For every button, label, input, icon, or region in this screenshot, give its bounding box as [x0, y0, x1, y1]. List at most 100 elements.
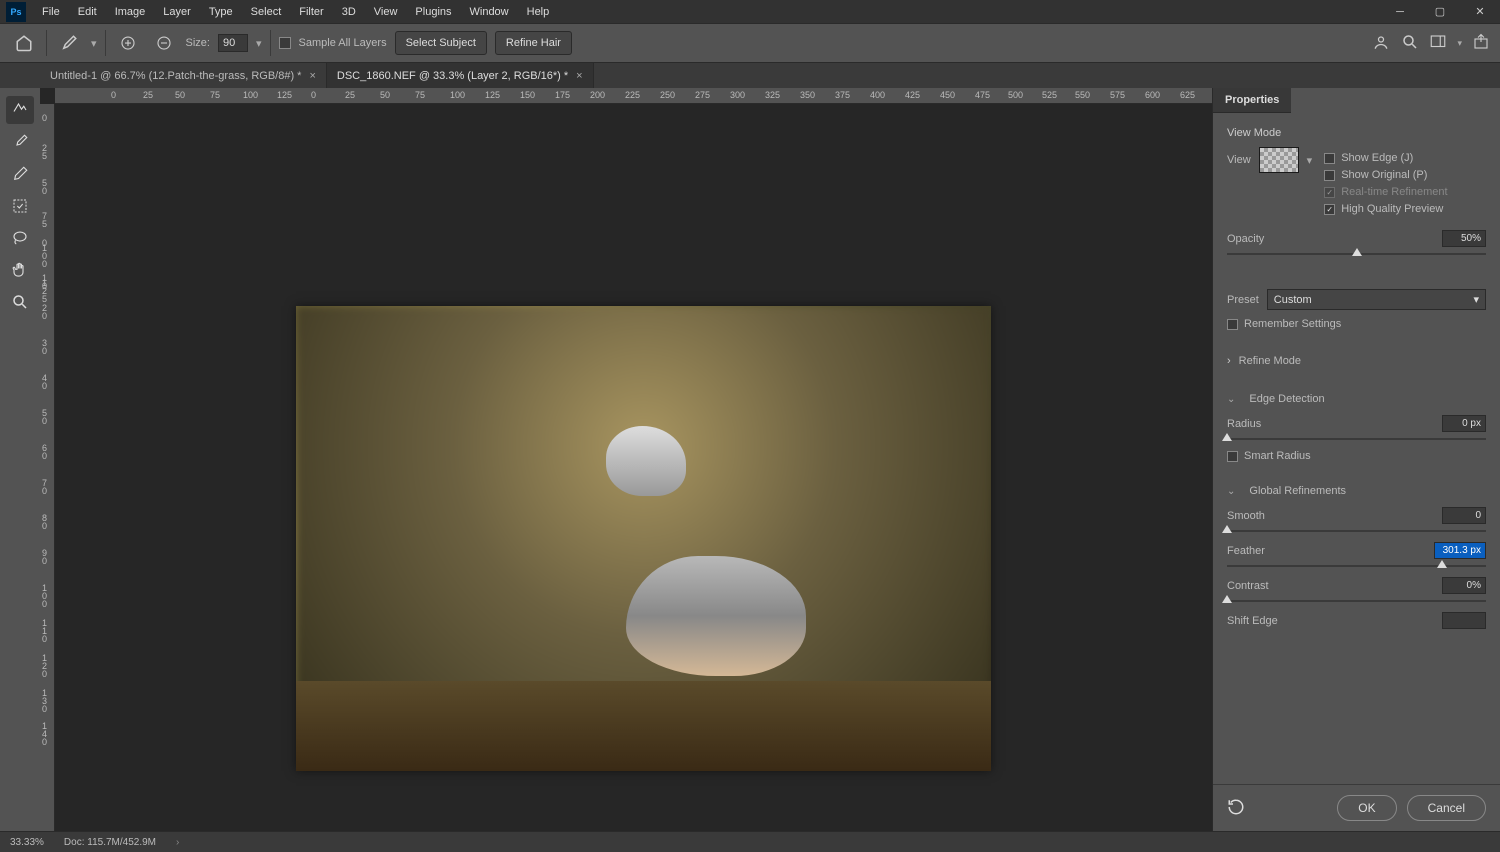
chevron-down-icon[interactable]: ▾ [256, 37, 262, 50]
hand-tool-icon[interactable] [6, 256, 34, 284]
refine-edge-brush-icon[interactable] [6, 128, 34, 156]
brush-tool-icon[interactable] [55, 29, 83, 57]
menu-edit[interactable]: Edit [70, 2, 105, 22]
hq-preview-checkbox[interactable] [1324, 204, 1335, 215]
properties-tab[interactable]: Properties [1213, 88, 1291, 113]
contrast-label: Contrast [1227, 580, 1269, 592]
brush-tool-icon[interactable] [6, 160, 34, 188]
tools-panel [0, 88, 40, 831]
expand-icon[interactable]: › [1227, 355, 1231, 367]
preset-dropdown[interactable]: Custom▾ [1267, 289, 1486, 310]
smart-radius-checkbox[interactable] [1227, 451, 1238, 462]
radius-label: Radius [1227, 418, 1261, 430]
menu-view[interactable]: View [366, 2, 406, 22]
close-button[interactable]: ✕ [1460, 0, 1500, 23]
contrast-slider[interactable] [1227, 600, 1486, 602]
menu-image[interactable]: Image [107, 2, 154, 22]
refine-mode-heading[interactable]: Refine Mode [1239, 355, 1301, 367]
menu-window[interactable]: Window [462, 2, 517, 22]
show-edge-label: Show Edge (J) [1341, 152, 1413, 164]
cloud-account-icon[interactable] [1371, 32, 1391, 55]
lasso-tool-icon[interactable] [6, 224, 34, 252]
horizontal-ruler: 0255075100125025507510012515017520022525… [55, 88, 1212, 104]
menu-file[interactable]: File [34, 2, 68, 22]
minimize-button[interactable]: ─ [1380, 0, 1420, 23]
collapse-icon[interactable]: ⌄ [1227, 394, 1235, 405]
size-label: Size: [186, 37, 210, 49]
edge-detection-heading[interactable]: Edge Detection [1249, 393, 1324, 405]
add-selection-icon[interactable] [114, 29, 142, 57]
document-image[interactable] [296, 306, 991, 771]
view-mode-heading: View Mode [1227, 127, 1486, 139]
smart-radius-label: Smart Radius [1244, 450, 1311, 462]
smooth-slider[interactable] [1227, 530, 1486, 532]
show-original-checkbox[interactable] [1324, 170, 1335, 181]
select-subject-button[interactable]: Select Subject [395, 31, 487, 55]
app-icon: Ps [6, 2, 26, 22]
opacity-slider[interactable] [1227, 253, 1486, 255]
image-subject-dog [606, 426, 826, 716]
realtime-refinement-label: Real-time Refinement [1341, 186, 1447, 198]
menu-filter[interactable]: Filter [291, 2, 331, 22]
collapse-icon[interactable]: ⌄ [1227, 486, 1235, 497]
title-bar: Ps File Edit Image Layer Type Select Fil… [0, 0, 1500, 23]
contrast-input[interactable] [1442, 577, 1486, 594]
document-tab[interactable]: DSC_1860.NEF @ 33.3% (Layer 2, RGB/16*) … [327, 63, 594, 88]
realtime-refinement-checkbox [1324, 187, 1335, 198]
cancel-button[interactable]: Cancel [1407, 795, 1486, 821]
menu-plugins[interactable]: Plugins [407, 2, 459, 22]
sample-all-layers-checkbox[interactable] [279, 37, 291, 49]
ok-button[interactable]: OK [1337, 795, 1396, 821]
opacity-input[interactable] [1442, 230, 1486, 247]
close-tab-icon[interactable]: × [309, 70, 315, 82]
menu-type[interactable]: Type [201, 2, 241, 22]
global-refinements-heading[interactable]: Global Refinements [1249, 485, 1346, 497]
home-icon[interactable] [10, 29, 38, 57]
view-thumbnail[interactable] [1259, 147, 1299, 173]
search-icon[interactable] [1401, 33, 1419, 54]
tab-title: DSC_1860.NEF @ 33.3% (Layer 2, RGB/16*) … [337, 70, 568, 82]
feather-input[interactable] [1434, 542, 1486, 559]
main-area: 0255075100125025507510012515017520022525… [0, 88, 1500, 831]
workspace-icon[interactable] [1429, 33, 1447, 54]
subtract-selection-icon[interactable] [150, 29, 178, 57]
menu-3d[interactable]: 3D [334, 2, 364, 22]
zoom-tool-icon[interactable] [6, 288, 34, 316]
canvas-area[interactable]: 0255075100125025507510012515017520022525… [40, 88, 1212, 831]
show-edge-checkbox[interactable] [1324, 153, 1335, 164]
reset-icon[interactable] [1227, 798, 1245, 819]
chevron-down-icon[interactable]: ▾ [1307, 154, 1313, 167]
document-size: Doc: 115.7M/452.9M [64, 837, 156, 848]
divider [46, 30, 47, 56]
view-label: View [1227, 154, 1251, 166]
share-icon[interactable] [1472, 33, 1490, 54]
quick-selection-tool-icon[interactable] [6, 96, 34, 124]
feather-slider[interactable] [1227, 565, 1486, 567]
smooth-input[interactable] [1442, 507, 1486, 524]
menu-select[interactable]: Select [243, 2, 290, 22]
hq-preview-label: High Quality Preview [1341, 203, 1443, 215]
divider [270, 30, 271, 56]
size-input[interactable] [218, 34, 248, 52]
menu-bar: File Edit Image Layer Type Select Filter… [34, 2, 557, 22]
chevron-down-icon[interactable]: ▾ [91, 37, 97, 50]
maximize-button[interactable]: ▢ [1420, 0, 1460, 23]
close-tab-icon[interactable]: × [576, 70, 582, 82]
vertical-ruler: 02 55 07 51 0 01 2 501 02 03 04 05 06 07… [40, 104, 55, 831]
preset-value: Custom [1274, 294, 1312, 306]
radius-input[interactable] [1442, 415, 1486, 432]
zoom-level[interactable]: 33.33% [10, 837, 44, 848]
radius-slider[interactable] [1227, 438, 1486, 440]
preset-label: Preset [1227, 294, 1259, 306]
chevron-down-icon[interactable]: ▾ [1457, 38, 1462, 49]
document-tab[interactable]: Untitled-1 @ 66.7% (12.Patch-the-grass, … [40, 63, 327, 88]
smooth-label: Smooth [1227, 510, 1265, 522]
refine-hair-button[interactable]: Refine Hair [495, 31, 572, 55]
shift-edge-input[interactable] [1442, 612, 1486, 629]
menu-help[interactable]: Help [519, 2, 558, 22]
chevron-right-icon[interactable]: › [176, 837, 179, 848]
remember-settings-checkbox[interactable] [1227, 319, 1238, 330]
menu-layer[interactable]: Layer [155, 2, 199, 22]
shift-edge-label: Shift Edge [1227, 615, 1278, 627]
object-selection-tool-icon[interactable] [6, 192, 34, 220]
